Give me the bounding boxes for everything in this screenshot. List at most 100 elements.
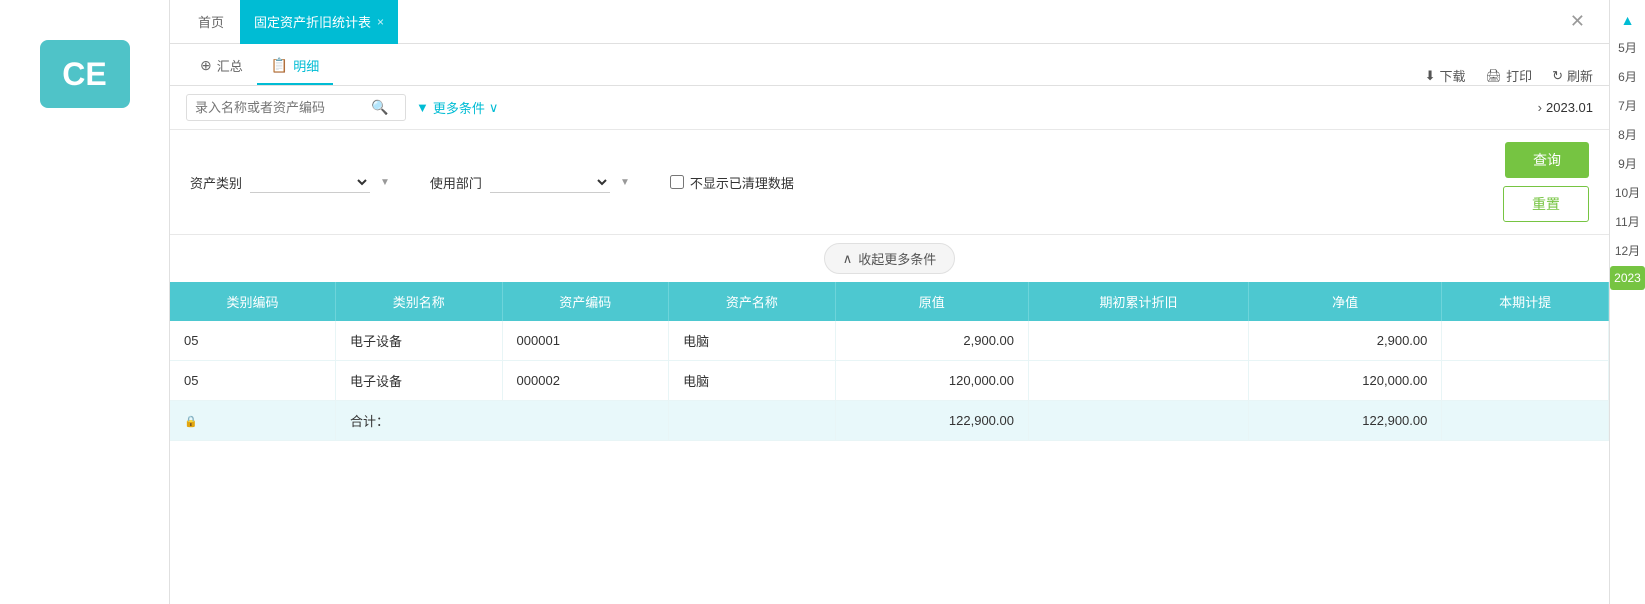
month-10[interactable]: 10月 [1610, 179, 1645, 206]
month-7[interactable]: 7月 [1610, 92, 1645, 119]
use-department-arrow: ▼ [620, 177, 630, 188]
cell-current-depr [1442, 321, 1609, 361]
adv-filter: 资产类别 ▼ 使用部门 ▼ 不显示已清理数据 查询 重置 [170, 130, 1609, 235]
month-12[interactable]: 12月 [1610, 237, 1645, 264]
print-label: 打印 [1506, 66, 1532, 85]
year-badge[interactable]: 2023 [1610, 266, 1645, 290]
asset-category-field: 资产类别 ▼ [190, 171, 390, 193]
refresh-btn[interactable]: ↻ 刷新 [1552, 66, 1593, 85]
detail-icon: 📋 [271, 57, 288, 74]
month-5[interactable]: 5月 [1610, 34, 1645, 61]
tab-summary[interactable]: ⊕ 汇总 [186, 47, 257, 85]
col-header-original-value: 原值 [835, 282, 1028, 321]
cell-net-value: 2,900.00 [1248, 321, 1441, 361]
asset-category-arrow: ▼ [380, 177, 390, 188]
search-input[interactable] [195, 100, 365, 115]
top-nav: 首页 固定资产折旧统计表 × ✕ [170, 0, 1609, 44]
query-btn[interactable]: 查询 [1505, 142, 1589, 178]
total-accumulated-depr [1029, 401, 1249, 441]
filter-bar: 🔍 ▼ 更多条件 ∨ › 2023.01 [170, 86, 1609, 130]
nav-tab-active[interactable]: 固定资产折旧统计表 × [240, 0, 398, 44]
cell-current-depr [1442, 361, 1609, 401]
cell-accumulated-depr [1029, 361, 1249, 401]
col-header-current-depr: 本期计提 [1442, 282, 1609, 321]
table-row: 05 电子设备 000002 电脑 120,000.00 120,000.00 [170, 361, 1609, 401]
toolbar-actions: ⬇ 下载 🖨 打印 ↻ 刷新 [1425, 66, 1593, 85]
date-arrow-icon: › [1538, 100, 1542, 115]
use-department-label: 使用部门 [430, 173, 482, 192]
filter-icon: ▼ [416, 100, 429, 115]
date-nav[interactable]: › 2023.01 [1538, 100, 1593, 115]
collapse-icon: ∧ [843, 251, 853, 267]
no-cleared-wrap: 不显示已清理数据 [670, 173, 794, 192]
table-header-row: 类别编码 类别名称 资产编码 资产名称 原值 期初累计折旧 净值 本期计提 [170, 282, 1609, 321]
table-row: 05 电子设备 000001 电脑 2,900.00 2,900.00 [170, 321, 1609, 361]
nav-home[interactable]: 首页 [186, 12, 236, 31]
use-department-field: 使用部门 ▼ [430, 171, 630, 193]
date-display: 2023.01 [1546, 100, 1593, 115]
asset-category-select[interactable] [250, 171, 370, 193]
more-conditions-chevron: ∨ [489, 100, 499, 116]
month-11[interactable]: 11月 [1610, 208, 1645, 235]
no-cleared-checkbox[interactable] [670, 175, 684, 189]
col-header-category-name: 类别名称 [336, 282, 503, 321]
nav-tab-label: 固定资产折旧统计表 [254, 12, 371, 31]
refresh-icon: ↻ [1552, 68, 1563, 84]
col-header-category-code: 类别编码 [170, 282, 336, 321]
download-btn[interactable]: ⬇ 下载 [1425, 66, 1466, 85]
summary-icon: ⊕ [200, 57, 212, 74]
month-6[interactable]: 6月 [1610, 63, 1645, 90]
cell-original-value: 120,000.00 [835, 361, 1028, 401]
filter-btn-group: 查询 重置 [1503, 142, 1589, 222]
adv-filter-row: 资产类别 ▼ 使用部门 ▼ 不显示已清理数据 查询 重置 [190, 142, 1589, 234]
col-header-asset-name: 资产名称 [669, 282, 836, 321]
cell-asset-name: 电脑 [669, 321, 836, 361]
tab-summary-label: 汇总 [217, 56, 243, 75]
total-label: 合计： [336, 401, 669, 441]
collapse-bar: ∧ 收起更多条件 [170, 235, 1609, 282]
reset-btn[interactable]: 重置 [1503, 186, 1589, 222]
col-header-accumulated-depr: 期初累计折旧 [1029, 282, 1249, 321]
search-input-wrap: 🔍 [186, 94, 406, 121]
cell-accumulated-depr [1029, 321, 1249, 361]
print-btn[interactable]: 🖨 打印 [1486, 66, 1533, 85]
download-label: 下载 [1440, 66, 1466, 85]
window-close-btn[interactable]: ✕ [1562, 7, 1593, 36]
month-8[interactable]: 8月 [1610, 121, 1645, 148]
total-current-depr [1442, 401, 1609, 441]
col-header-net-value: 净值 [1248, 282, 1441, 321]
refresh-label: 刷新 [1567, 66, 1593, 85]
right-sidebar: ▲ 5月 6月 7月 8月 9月 10月 11月 12月 2023 [1609, 0, 1645, 604]
cell-category-code: 05 [170, 321, 336, 361]
col-header-asset-code: 资产编码 [502, 282, 669, 321]
no-cleared-label: 不显示已清理数据 [690, 173, 794, 192]
cell-category-code: 05 [170, 361, 336, 401]
asset-category-label: 资产类别 [190, 173, 242, 192]
use-department-select[interactable] [490, 171, 610, 193]
tab-detail-label: 明细 [293, 56, 319, 75]
more-conditions-btn[interactable]: ▼ 更多条件 ∨ [416, 98, 498, 117]
total-icon-cell: 🔒 [170, 401, 336, 441]
tab-detail[interactable]: 📋 明细 [257, 47, 333, 85]
cell-category-name: 电子设备 [336, 361, 503, 401]
total-original-value: 122,900.00 [835, 401, 1028, 441]
collapse-btn[interactable]: ∧ 收起更多条件 [824, 243, 956, 274]
cell-category-name: 电子设备 [336, 321, 503, 361]
scroll-up-btn[interactable]: ▲ [1617, 8, 1639, 32]
total-empty-name [669, 401, 836, 441]
cell-net-value: 120,000.00 [1248, 361, 1441, 401]
table-total-row: 🔒 合计： 122,900.00 122,900.00 [170, 401, 1609, 441]
total-net-value: 122,900.00 [1248, 401, 1441, 441]
cell-asset-code: 000002 [502, 361, 669, 401]
month-9[interactable]: 9月 [1610, 150, 1645, 177]
nav-tab-close-btn[interactable]: × [377, 15, 384, 29]
logo-ce: CE [40, 40, 130, 108]
cell-asset-code: 000001 [502, 321, 669, 361]
search-icon: 🔍 [371, 99, 388, 116]
table-wrap: 类别编码 类别名称 资产编码 资产名称 原值 期初累计折旧 净值 本期计提 05… [170, 282, 1609, 604]
cell-original-value: 2,900.00 [835, 321, 1028, 361]
collapse-label: 收起更多条件 [858, 249, 936, 268]
main-table: 类别编码 类别名称 资产编码 资产名称 原值 期初累计折旧 净值 本期计提 05… [170, 282, 1609, 441]
sub-tabs-bar: ⊕ 汇总 📋 明细 ⬇ 下载 🖨 打印 ↻ 刷新 [170, 44, 1609, 86]
logo-area: CE [0, 0, 170, 604]
